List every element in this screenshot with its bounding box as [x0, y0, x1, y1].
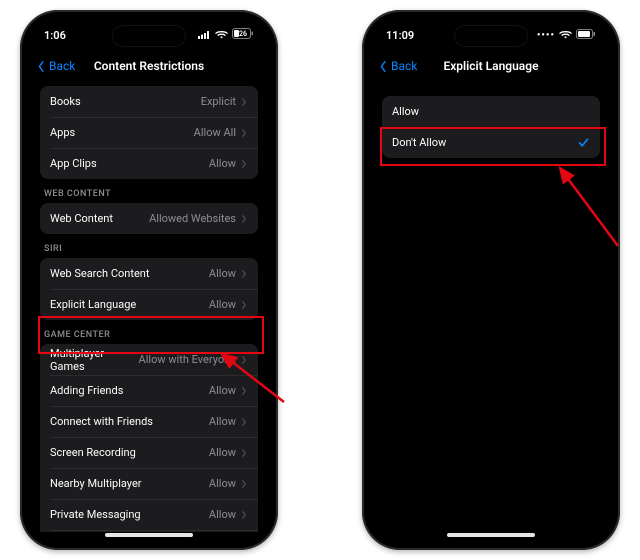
home-indicator [105, 533, 193, 537]
chevron-right-icon [240, 387, 248, 395]
signal-dots-icon: •••• [537, 30, 555, 41]
row-multiplayer-games[interactable]: Multiplayer GamesAllow with Everyone [40, 344, 258, 375]
chevron-right-icon [240, 160, 248, 168]
row-app-clips[interactable]: App ClipsAllow [40, 148, 258, 179]
row-allow[interactable]: Allow [382, 96, 600, 127]
back-label: Back [391, 59, 417, 73]
chevron-left-icon [378, 61, 389, 72]
dynamic-island [455, 26, 527, 46]
back-button[interactable]: Back [378, 59, 417, 73]
battery-icon: 26 [232, 28, 254, 42]
section-web: WEB CONTENT [30, 179, 268, 203]
row-connect-friends[interactable]: Connect with FriendsAllow [40, 406, 258, 437]
row-dont-allow[interactable]: Don't Allow [382, 127, 600, 158]
dynamic-island [113, 26, 185, 46]
back-button[interactable]: Back [36, 59, 75, 73]
nav-title: Content Restrictions [94, 59, 204, 73]
status-time: 11:09 [386, 29, 414, 42]
row-web-content[interactable]: Web ContentAllowed Websites [40, 203, 258, 234]
section-gc: GAME CENTER [30, 320, 268, 344]
status-time: 1:06 [44, 29, 66, 42]
wifi-icon [559, 29, 572, 42]
group-top: BooksExplicit AppsAllow All App ClipsAll… [40, 86, 258, 179]
chevron-right-icon [240, 449, 248, 457]
row-screen-recording[interactable]: Screen RecordingAllow [40, 437, 258, 468]
nav-bar: Back Content Restrictions [30, 50, 268, 82]
group-gc: Multiplayer GamesAllow with Everyone Add… [40, 344, 258, 532]
chevron-right-icon [240, 215, 248, 223]
group-options: Allow Don't Allow [382, 96, 600, 158]
row-explicit-language[interactable]: Explicit LanguageAllow [40, 289, 258, 320]
signal-icon [198, 29, 211, 42]
row-profile-privacy[interactable]: Profile Privacy ChangesAllow [40, 530, 258, 532]
checkmark-icon [577, 136, 590, 149]
row-private-messaging[interactable]: Private MessagingAllow [40, 499, 258, 530]
chevron-right-icon [240, 270, 248, 278]
chevron-right-icon [240, 418, 248, 426]
battery-icon [576, 29, 596, 42]
chevron-right-icon [240, 356, 248, 364]
chevron-right-icon [240, 129, 248, 137]
nav-title: Explicit Language [443, 59, 538, 73]
section-siri: SIRI [30, 234, 268, 258]
home-indicator [447, 533, 535, 537]
row-web-search[interactable]: Web Search ContentAllow [40, 258, 258, 289]
row-books[interactable]: BooksExplicit [40, 86, 258, 117]
back-label: Back [49, 59, 75, 73]
nav-bar: Back Explicit Language [372, 50, 610, 82]
group-siri: Web Search ContentAllow Explicit Languag… [40, 258, 258, 320]
row-apps[interactable]: AppsAllow All [40, 117, 258, 148]
wifi-icon [215, 29, 228, 42]
status-icons: •••• [537, 29, 596, 42]
chevron-right-icon [240, 98, 248, 106]
chevron-right-icon [240, 301, 248, 309]
status-icons: 26 [198, 28, 254, 42]
row-adding-friends[interactable]: Adding FriendsAllow [40, 375, 258, 406]
chevron-right-icon [240, 511, 248, 519]
chevron-left-icon [36, 61, 47, 72]
chevron-right-icon [240, 480, 248, 488]
svg-text:26: 26 [239, 30, 247, 38]
group-web: Web ContentAllowed Websites [40, 203, 258, 234]
row-nearby-multiplayer[interactable]: Nearby MultiplayerAllow [40, 468, 258, 499]
